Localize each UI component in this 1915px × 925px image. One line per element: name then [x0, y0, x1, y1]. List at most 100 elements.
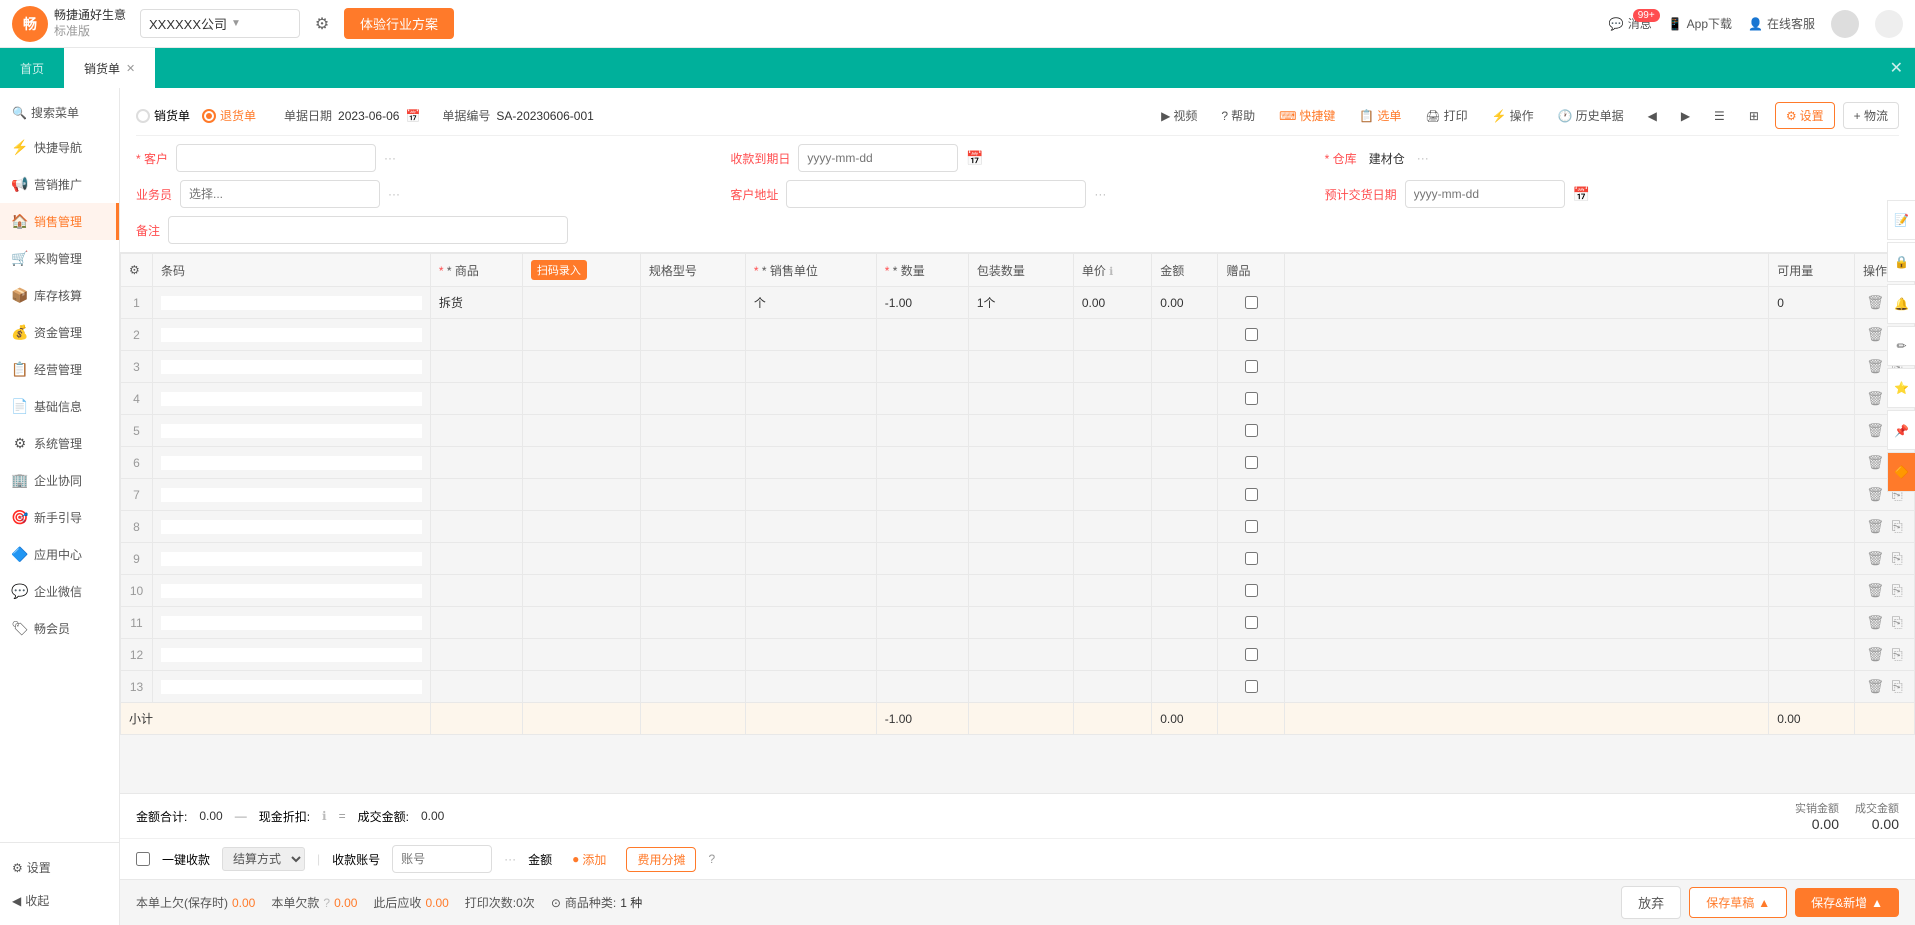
warehouse-dots-button[interactable]: ···: [1417, 151, 1429, 165]
row-product-7[interactable]: [430, 479, 522, 511]
sidebar-item-inventory[interactable]: 📦 库存核算: [0, 277, 119, 314]
rf-note-button[interactable]: 📝: [1887, 200, 1915, 240]
calendar-icon[interactable]: 📅: [405, 109, 420, 123]
nav-next-button[interactable]: ▶: [1673, 105, 1698, 127]
sidebar-item-apps[interactable]: 🔷 应用中心: [0, 536, 119, 573]
shortcut-button[interactable]: ⌨ 快捷键: [1271, 103, 1343, 128]
row-gift-7[interactable]: [1218, 479, 1284, 511]
payment-due-calendar-icon[interactable]: 📅: [966, 150, 983, 167]
sidebar-item-sales[interactable]: 🏠 销售管理: [0, 203, 119, 240]
video-button[interactable]: ▶ 视频: [1153, 103, 1205, 128]
view-list-button[interactable]: ☰: [1706, 105, 1733, 127]
nav-prev-button[interactable]: ◀: [1640, 105, 1665, 127]
sidebar-item-enterprise[interactable]: 🏢 企业协同: [0, 462, 119, 499]
row-gift-2[interactable]: [1218, 319, 1284, 351]
save-draft-button[interactable]: 保存草稿 ▲: [1689, 887, 1787, 918]
delete-row-icon[interactable]: 🗑: [1866, 518, 1884, 534]
row-qty-13[interactable]: [876, 671, 968, 703]
copy-row-icon[interactable]: ⎘: [1891, 582, 1902, 598]
col-scan-header[interactable]: 扫码录入: [522, 254, 640, 287]
row-spec-2[interactable]: [640, 319, 745, 351]
sidebar-settings-button[interactable]: ⚙ 设置: [0, 851, 119, 884]
row-qty-6[interactable]: [876, 447, 968, 479]
row-price-10[interactable]: [1073, 575, 1151, 607]
avatar2[interactable]: [1875, 10, 1903, 38]
account-input[interactable]: [392, 845, 492, 873]
row-gift-9[interactable]: [1218, 543, 1284, 575]
rf-orange-button[interactable]: 🔶: [1887, 452, 1915, 492]
sidebar-item-purchase[interactable]: 🛒 采购管理: [0, 240, 119, 277]
row-product-2[interactable]: [430, 319, 522, 351]
row-price-4[interactable]: [1073, 383, 1151, 415]
payment-due-input[interactable]: [798, 144, 958, 172]
row-gift-6[interactable]: [1218, 447, 1284, 479]
sidebar-search[interactable]: 🔍 搜索菜单: [0, 96, 119, 129]
row-price-2[interactable]: [1073, 319, 1151, 351]
rf-lock-button[interactable]: 🔒: [1887, 242, 1915, 282]
scan-button[interactable]: 扫码录入: [531, 260, 587, 280]
row-price-8[interactable]: [1073, 511, 1151, 543]
delete-row-icon[interactable]: 🗑: [1866, 294, 1884, 310]
row-product-6[interactable]: [430, 447, 522, 479]
row-spec-10[interactable]: [640, 575, 745, 607]
row-product-5[interactable]: [430, 415, 522, 447]
row-barcode-12[interactable]: [153, 639, 431, 671]
delete-row-icon[interactable]: 🗑: [1866, 390, 1884, 406]
salesperson-dots-button[interactable]: ···: [388, 187, 400, 201]
row-price-5[interactable]: [1073, 415, 1151, 447]
row-qty-4[interactable]: [876, 383, 968, 415]
row-qty-5[interactable]: [876, 415, 968, 447]
tab-home[interactable]: 首页: [0, 48, 64, 88]
row-barcode-4[interactable]: [153, 383, 431, 415]
help-button[interactable]: ? 帮助: [1213, 103, 1263, 128]
row-barcode-6[interactable]: [153, 447, 431, 479]
rf-edit-button[interactable]: ✏: [1887, 326, 1915, 366]
row-gift-5[interactable]: [1218, 415, 1284, 447]
sidebar-collapse-button[interactable]: ◀ 收起: [0, 884, 119, 917]
row-spec-3[interactable]: [640, 351, 745, 383]
row-product-8[interactable]: [430, 511, 522, 543]
expected-date-input[interactable]: [1405, 180, 1565, 208]
row-price-13[interactable]: [1073, 671, 1151, 703]
row-spec-6[interactable]: [640, 447, 745, 479]
delete-row-icon[interactable]: 🗑: [1866, 358, 1884, 374]
row-barcode-11[interactable]: [153, 607, 431, 639]
sidebar-item-finance[interactable]: 💰 资金管理: [0, 314, 119, 351]
customer-addr-input[interactable]: [786, 180, 1086, 208]
form-settings-button[interactable]: ⚙ 设置: [1775, 102, 1835, 129]
row-spec-13[interactable]: [640, 671, 745, 703]
row-spec-8[interactable]: [640, 511, 745, 543]
copy-row-icon[interactable]: ⎘: [1891, 614, 1902, 630]
row-qty-12[interactable]: [876, 639, 968, 671]
fee-help-icon[interactable]: ?: [708, 852, 715, 866]
row-qty-11[interactable]: [876, 607, 968, 639]
row-barcode-2[interactable]: [153, 319, 431, 351]
row-product-12[interactable]: [430, 639, 522, 671]
delete-row-icon[interactable]: 🗑: [1866, 550, 1884, 566]
row-qty-8[interactable]: [876, 511, 968, 543]
calc-method-select[interactable]: 结算方式: [222, 847, 305, 871]
rf-pin-button[interactable]: 📌: [1887, 410, 1915, 450]
row-spec-7[interactable]: [640, 479, 745, 511]
row-spec-11[interactable]: [640, 607, 745, 639]
row-product-3[interactable]: [430, 351, 522, 383]
remark-input[interactable]: [168, 216, 568, 244]
row-barcode-7[interactable]: [153, 479, 431, 511]
row-product-1[interactable]: 拆货: [430, 287, 522, 319]
row-price-6[interactable]: [1073, 447, 1151, 479]
rf-star-button[interactable]: ⭐: [1887, 368, 1915, 408]
tab-close-icon[interactable]: ✕: [126, 62, 135, 75]
app-download-button[interactable]: 📱 App下载: [1668, 15, 1732, 32]
radio-return[interactable]: 退货单: [202, 107, 256, 124]
copy-row-icon[interactable]: ⎘: [1891, 550, 1902, 566]
delete-row-icon[interactable]: 🗑: [1866, 454, 1884, 470]
logistics-button[interactable]: + 物流: [1843, 102, 1899, 129]
account-dots-button[interactable]: ···: [504, 852, 516, 866]
row-gift-3[interactable]: [1218, 351, 1284, 383]
select-order-button[interactable]: 📋 选单: [1351, 103, 1409, 128]
discard-button[interactable]: 放弃: [1621, 886, 1681, 919]
trial-button[interactable]: 体验行业方案: [344, 8, 454, 39]
sidebar-item-basic[interactable]: 📄 基础信息: [0, 388, 119, 425]
row-gift-11[interactable]: [1218, 607, 1284, 639]
history-order-button[interactable]: 🕐 历史单据: [1550, 103, 1632, 128]
